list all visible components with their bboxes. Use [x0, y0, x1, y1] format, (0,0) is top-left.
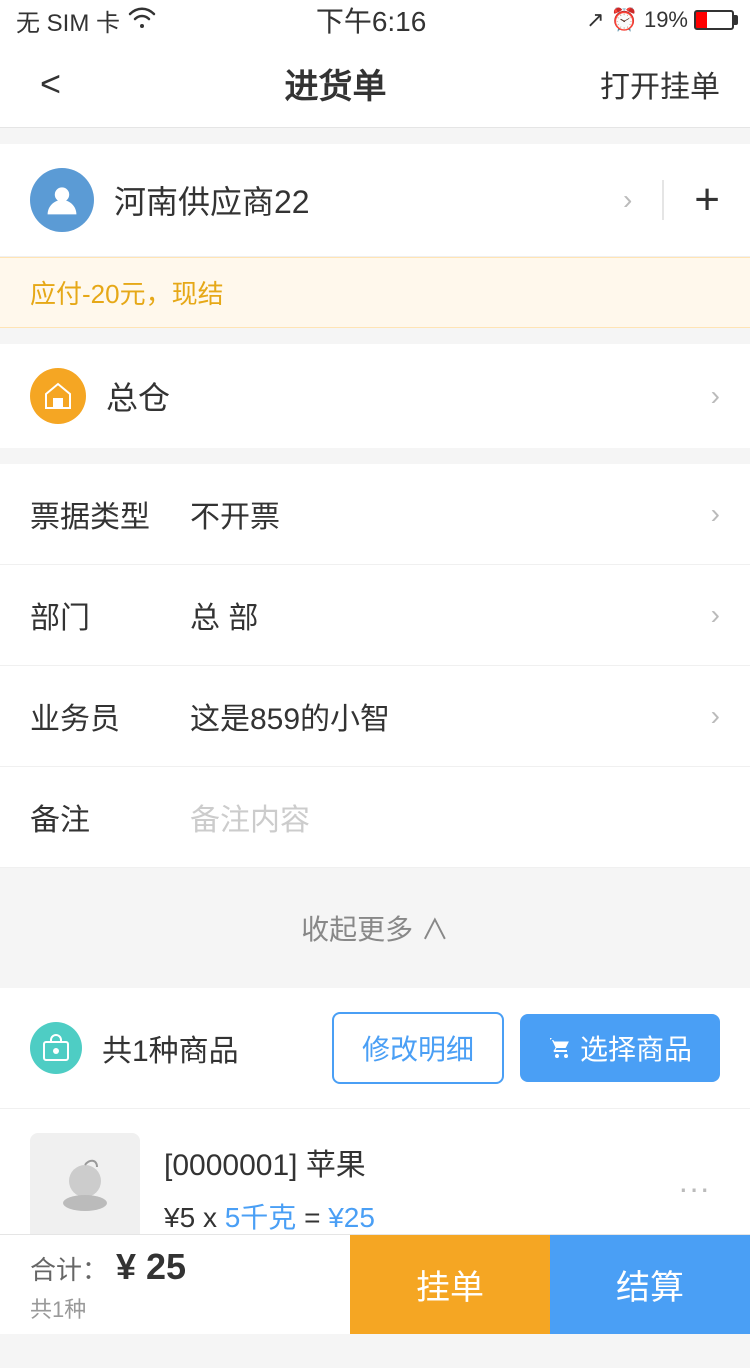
product-name-text: 苹果	[306, 1149, 366, 1182]
footer-total: 合计： ¥ 25 共1种	[0, 1235, 350, 1334]
product-more-button[interactable]: ···	[668, 1160, 720, 1217]
collapse-toggle[interactable]: 收起更多 ∧	[0, 884, 750, 972]
invoice-type-row[interactable]: 票据类型 不开票 ›	[0, 464, 750, 565]
supplier-name: 河南供应商22	[114, 177, 623, 223]
department-row[interactable]: 部门 总 部 ›	[0, 565, 750, 666]
status-left: 无 SIM 卡	[16, 3, 156, 38]
equals-sign: =	[304, 1202, 328, 1233]
total-sub: 共1种	[30, 1292, 320, 1324]
salesperson-label: 业务员	[30, 694, 190, 738]
remark-row[interactable]: 备注 备注内容	[0, 767, 750, 868]
checkout-button[interactable]: 结算	[550, 1235, 750, 1334]
warehouse-row[interactable]: 总仓 ›	[0, 344, 750, 448]
salesperson-row[interactable]: 业务员 这是859的小智 ›	[0, 666, 750, 767]
price-separator: x	[203, 1202, 225, 1233]
status-right: ↗ ⏰ 19%	[586, 7, 734, 33]
wifi-icon	[128, 6, 156, 35]
invoice-type-label: 票据类型	[30, 492, 190, 536]
products-count: 共1种商品	[102, 1026, 332, 1070]
department-label: 部门	[30, 593, 190, 637]
supplier-section: 河南供应商22 › + 应付-20元，现结	[0, 144, 750, 328]
form-section: 票据类型 不开票 › 部门 总 部 › 业务员 这是859的小智 › 备注 备注…	[0, 464, 750, 868]
total-amount: ¥ 25	[116, 1246, 186, 1288]
products-section: 共1种商品 修改明细 选择商品 [0000001] 苹果	[0, 988, 750, 1268]
back-button[interactable]: <	[30, 53, 71, 115]
alarm-icon: ⏰	[611, 7, 638, 33]
status-time: 下午6:16	[316, 0, 427, 40]
footer: 合计： ¥ 25 共1种 挂单 结算	[0, 1234, 750, 1334]
invoice-type-value: 不开票	[190, 492, 711, 536]
carrier-text: 无 SIM 卡	[16, 3, 120, 38]
cart-icon	[548, 1036, 572, 1060]
nav-bar: < 进货单 打开挂单	[0, 40, 750, 128]
line-total: ¥25	[328, 1202, 375, 1233]
product-thumbnail	[30, 1133, 140, 1243]
hang-order-button[interactable]: 挂单	[350, 1235, 550, 1334]
department-chevron-icon: ›	[711, 599, 720, 631]
add-supplier-button[interactable]: +	[694, 175, 720, 225]
location-icon: ↗	[586, 7, 604, 33]
product-info: [0000001] 苹果 ¥5 x 5千克 = ¥25	[164, 1140, 668, 1236]
modify-detail-button[interactable]: 修改明细	[332, 1012, 504, 1084]
battery-percent: 19%	[644, 7, 688, 33]
unit-price: ¥5	[164, 1202, 195, 1233]
select-product-label: 选择商品	[580, 1028, 692, 1068]
products-header: 共1种商品 修改明细 选择商品	[0, 988, 750, 1109]
invoice-type-chevron-icon: ›	[711, 498, 720, 530]
open-pending-button[interactable]: 打开挂单	[600, 62, 720, 106]
warehouse-icon	[30, 368, 86, 424]
salesperson-value: 这是859的小智	[190, 694, 711, 738]
product-name: [0000001] 苹果	[164, 1140, 668, 1184]
products-icon	[30, 1022, 82, 1074]
remark-placeholder: 备注内容	[190, 795, 720, 839]
salesperson-chevron-icon: ›	[711, 700, 720, 732]
remark-label: 备注	[30, 795, 190, 839]
battery-icon	[694, 10, 734, 30]
supplier-divider	[662, 180, 664, 220]
product-price: ¥5 x 5千克 = ¥25	[164, 1196, 668, 1236]
supplier-chevron-icon: ›	[623, 184, 632, 216]
supplier-row[interactable]: 河南供应商22 › +	[0, 144, 750, 257]
quantity: 5千克	[225, 1202, 297, 1233]
page-title: 进货单	[285, 59, 387, 108]
warehouse-chevron-icon: ›	[711, 380, 720, 412]
status-bar: 无 SIM 卡 下午6:16 ↗ ⏰ 19%	[0, 0, 750, 40]
select-product-button[interactable]: 选择商品	[520, 1014, 720, 1082]
warehouse-name: 总仓	[106, 373, 711, 419]
product-code: [0000001]	[164, 1149, 297, 1182]
total-label: 合计：	[30, 1250, 108, 1287]
supplier-avatar	[30, 168, 94, 232]
warehouse-section: 总仓 ›	[0, 344, 750, 448]
supplier-alert-banner: 应付-20元，现结	[0, 257, 750, 328]
department-value: 总 部	[190, 593, 711, 637]
